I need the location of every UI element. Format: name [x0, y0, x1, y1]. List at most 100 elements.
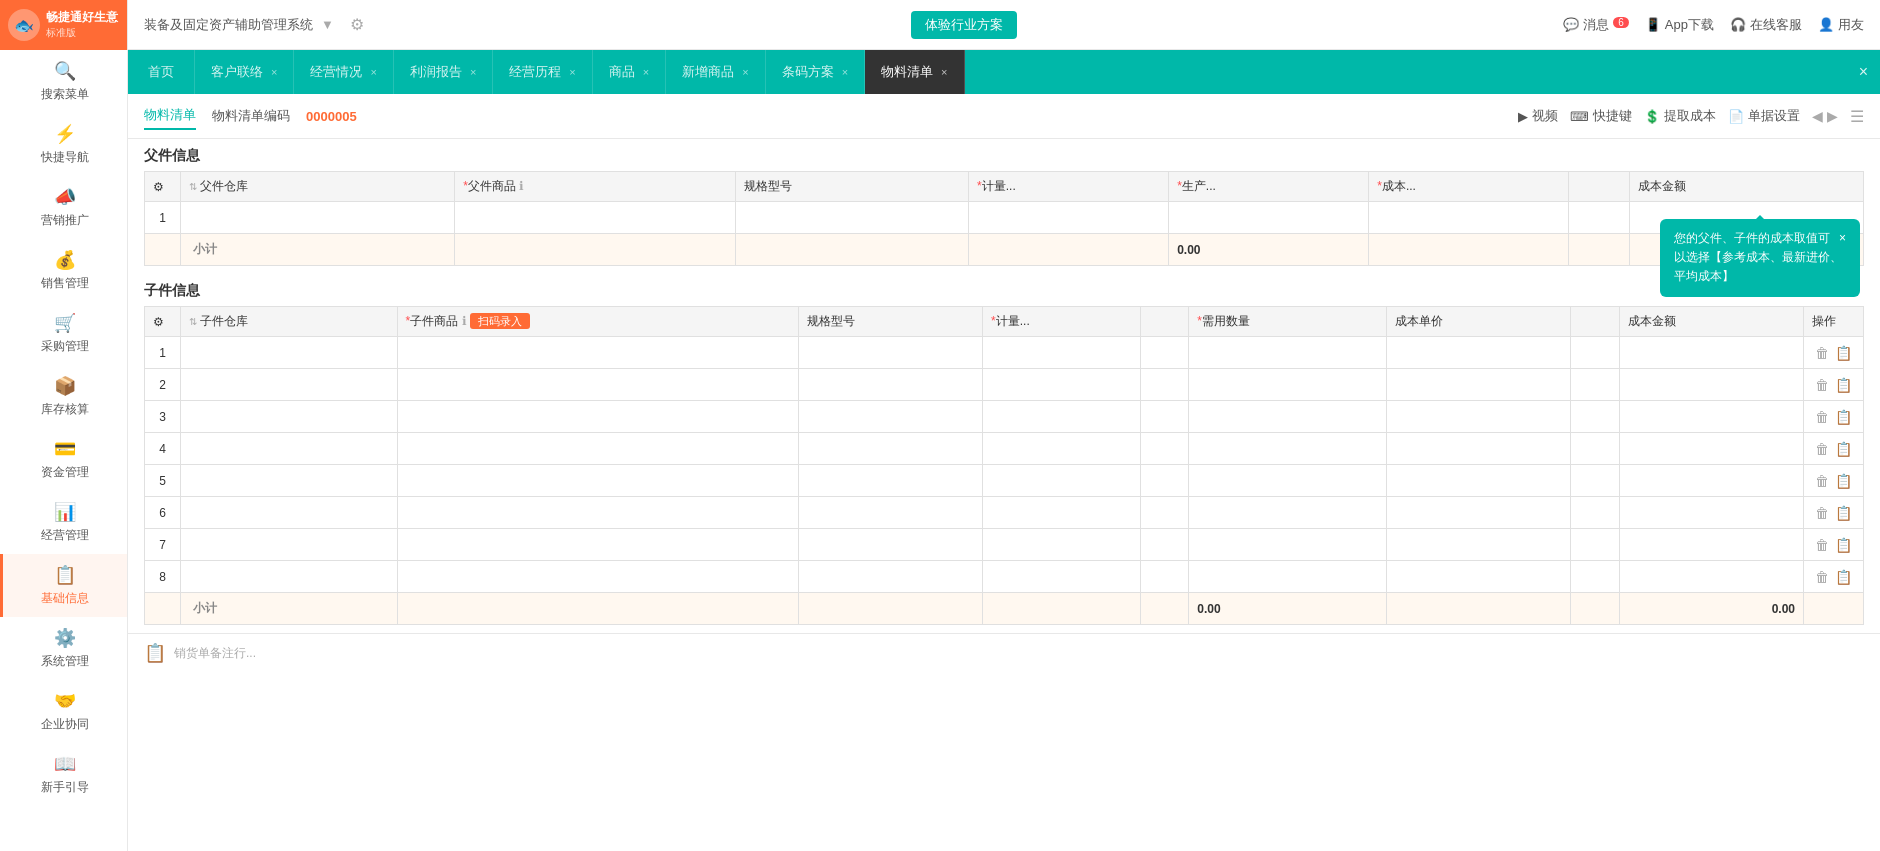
child-unit-7[interactable]	[983, 529, 1141, 561]
scan-input-button[interactable]: 扫码录入	[470, 313, 530, 329]
sub-nav-bom-code[interactable]: 物料清单编码	[212, 103, 290, 129]
child-qty-1[interactable]	[1189, 337, 1387, 369]
child-warehouse-7[interactable]	[181, 529, 398, 561]
child-qty-5[interactable]	[1189, 465, 1387, 497]
sidebar-item-system[interactable]: ⚙️ 系统管理	[0, 617, 127, 680]
child-unit-5[interactable]	[983, 465, 1141, 497]
child-goods-2[interactable]	[397, 369, 798, 401]
child-warehouse-2[interactable]	[181, 369, 398, 401]
bottom-bar-placeholder[interactable]: 销货单备注行...	[174, 645, 256, 662]
copy-icon-5[interactable]: 📋	[1835, 473, 1852, 489]
child-goods-8[interactable]	[397, 561, 798, 593]
child-qty-3[interactable]	[1189, 401, 1387, 433]
child-goods-7[interactable]	[397, 529, 798, 561]
tab-operations[interactable]: 经营情况 ×	[294, 50, 393, 94]
tab-bom[interactable]: 物料清单 ×	[865, 50, 964, 94]
parent-produce-1[interactable]	[1169, 202, 1369, 234]
shortcut-button[interactable]: ⌨ 快捷键	[1570, 107, 1632, 125]
sidebar-item-purchase[interactable]: 🛒 采购管理	[0, 302, 127, 365]
child-unit-3[interactable]	[983, 401, 1141, 433]
tab-goods-close[interactable]: ×	[643, 66, 649, 78]
app-download-button[interactable]: 📱 App下载	[1645, 16, 1714, 34]
child-unit-8[interactable]	[983, 561, 1141, 593]
child-unit-1[interactable]	[983, 337, 1141, 369]
child-spec-8[interactable]	[798, 561, 982, 593]
child-qty-6[interactable]	[1189, 497, 1387, 529]
child-spec-2[interactable]	[798, 369, 982, 401]
child-goods-5[interactable]	[397, 465, 798, 497]
extract-cost-button[interactable]: 💲 提取成本	[1644, 107, 1716, 125]
child-goods-6[interactable]	[397, 497, 798, 529]
try-industry-button[interactable]: 体验行业方案	[911, 11, 1017, 39]
sidebar-item-search[interactable]: 🔍 搜索菜单	[0, 50, 127, 113]
child-spec-6[interactable]	[798, 497, 982, 529]
parent-goods-1[interactable]	[455, 202, 735, 234]
delete-icon-8[interactable]: 🗑	[1815, 569, 1829, 585]
tab-profit[interactable]: 利润报告 ×	[394, 50, 493, 94]
sidebar-item-quick-nav[interactable]: ⚡ 快捷导航	[0, 113, 127, 176]
tab-customer[interactable]: 客户联络 ×	[195, 50, 294, 94]
delete-icon-5[interactable]: 🗑	[1815, 473, 1829, 489]
parent-spec-1[interactable]	[735, 202, 969, 234]
child-warehouse-1[interactable]	[181, 337, 398, 369]
view-toggle-icon[interactable]: ☰	[1850, 107, 1864, 126]
sidebar-item-marketing[interactable]: 📣 营销推广	[0, 176, 127, 239]
child-unit-cost-3[interactable]	[1386, 401, 1570, 433]
message-button[interactable]: 💬 消息 6	[1563, 16, 1629, 34]
sidebar-item-guide[interactable]: 📖 新手引导	[0, 743, 127, 806]
copy-icon-8[interactable]: 📋	[1835, 569, 1852, 585]
bottom-bar-icon[interactable]: 📋	[144, 642, 166, 664]
child-warehouse-8[interactable]	[181, 561, 398, 593]
sidebar-item-sales[interactable]: 💰 销售管理	[0, 239, 127, 302]
tab-profit-close[interactable]: ×	[470, 66, 476, 78]
child-spec-3[interactable]	[798, 401, 982, 433]
copy-icon-3[interactable]: 📋	[1835, 409, 1852, 425]
delete-icon-7[interactable]: 🗑	[1815, 537, 1829, 553]
tab-barcode-close[interactable]: ×	[842, 66, 848, 78]
tab-history-close[interactable]: ×	[569, 66, 575, 78]
child-qty-2[interactable]	[1189, 369, 1387, 401]
child-goods-3[interactable]	[397, 401, 798, 433]
child-unit-cost-6[interactable]	[1386, 497, 1570, 529]
child-settings-gear-icon[interactable]: ⚙	[153, 315, 164, 329]
delete-icon-1[interactable]: 🗑	[1815, 345, 1829, 361]
child-unit-cost-5[interactable]	[1386, 465, 1570, 497]
child-spec-4[interactable]	[798, 433, 982, 465]
sidebar-item-inventory[interactable]: 📦 库存核算	[0, 365, 127, 428]
child-goods-1[interactable]	[397, 337, 798, 369]
tab-operations-close[interactable]: ×	[370, 66, 376, 78]
delete-icon-2[interactable]: 🗑	[1815, 377, 1829, 393]
child-unit-cost-8[interactable]	[1386, 561, 1570, 593]
copy-icon-7[interactable]: 📋	[1835, 537, 1852, 553]
copy-icon-1[interactable]: 📋	[1835, 345, 1852, 361]
tab-new-goods-close[interactable]: ×	[742, 66, 748, 78]
delete-icon-3[interactable]: 🗑	[1815, 409, 1829, 425]
child-qty-7[interactable]	[1189, 529, 1387, 561]
child-qty-8[interactable]	[1189, 561, 1387, 593]
tooltip-close-button[interactable]: ×	[1839, 229, 1846, 248]
sub-nav-bom[interactable]: 物料清单	[144, 102, 196, 130]
sidebar-item-management[interactable]: 📊 经营管理	[0, 491, 127, 554]
delete-icon-4[interactable]: 🗑	[1815, 441, 1829, 457]
prev-arrow[interactable]: ◀	[1812, 108, 1823, 124]
delete-icon-6[interactable]: 🗑	[1815, 505, 1829, 521]
sidebar-item-basic-info[interactable]: 📋 基础信息	[0, 554, 127, 617]
child-unit-cost-7[interactable]	[1386, 529, 1570, 561]
tab-barcode[interactable]: 条码方案 ×	[766, 50, 865, 94]
copy-icon-6[interactable]: 📋	[1835, 505, 1852, 521]
tab-customer-close[interactable]: ×	[271, 66, 277, 78]
child-unit-cost-4[interactable]	[1386, 433, 1570, 465]
child-warehouse-4[interactable]	[181, 433, 398, 465]
tab-history[interactable]: 经营历程 ×	[493, 50, 592, 94]
dropdown-arrow-icon[interactable]: ▼	[321, 17, 334, 32]
parent-cost-1[interactable]	[1369, 202, 1569, 234]
parent-warehouse-1[interactable]	[181, 202, 455, 234]
child-qty-4[interactable]	[1189, 433, 1387, 465]
copy-icon-2[interactable]: 📋	[1835, 377, 1852, 393]
sidebar-item-collab[interactable]: 🤝 企业协同	[0, 680, 127, 743]
copy-icon-4[interactable]: 📋	[1835, 441, 1852, 457]
video-button[interactable]: ▶ 视频	[1518, 107, 1558, 125]
child-unit-4[interactable]	[983, 433, 1141, 465]
tab-new-goods[interactable]: 新增商品 ×	[666, 50, 765, 94]
next-arrow[interactable]: ▶	[1827, 108, 1838, 124]
